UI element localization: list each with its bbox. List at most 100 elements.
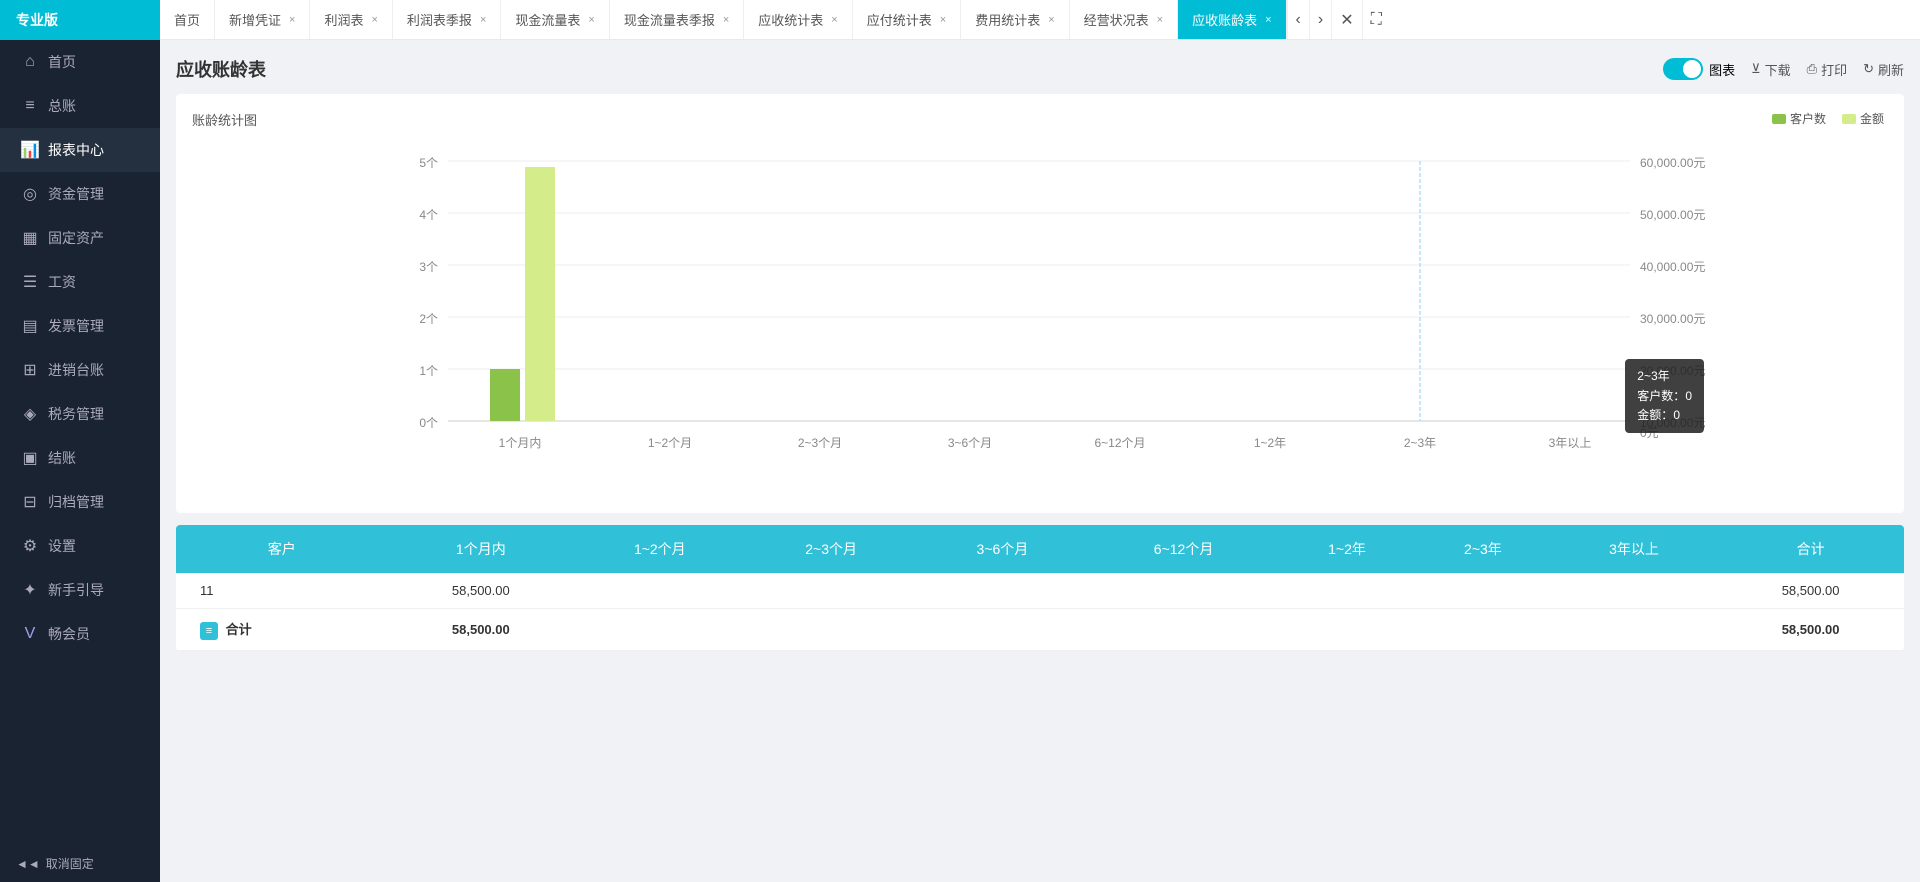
svg-text:3~6个月: 3~6个月: [948, 436, 992, 450]
tab-cashflow[interactable]: 现金流量表 ×: [501, 0, 609, 40]
tab-cashflow-q-close[interactable]: ×: [723, 14, 729, 26]
table-row: 11 58,500.00 58,500.00: [176, 573, 1904, 609]
salary-icon: ☰: [20, 272, 40, 292]
tab-prev-btn[interactable]: ‹: [1287, 0, 1309, 40]
tab-expense-label: 费用统计表: [975, 10, 1040, 29]
tab-voucher-label: 新增凭证: [229, 10, 281, 29]
total-m36: [917, 609, 1088, 651]
home-icon: ⌂: [20, 53, 40, 71]
tab-voucher[interactable]: 新增凭证 ×: [215, 0, 310, 40]
tab-home-label: 首页: [174, 10, 200, 29]
sidebar-item-assets[interactable]: ▦ 固定资产: [0, 216, 160, 260]
total-m1: 58,500.00: [387, 609, 574, 651]
svg-text:40,000.00元: 40,000.00元: [1640, 260, 1705, 274]
tab-ar-aging-close[interactable]: ×: [1265, 14, 1271, 26]
refresh-btn[interactable]: ↻ 刷新: [1863, 60, 1904, 79]
pin-label: 取消固定: [46, 855, 94, 872]
sidebar-item-funds[interactable]: ◎ 资金管理: [0, 172, 160, 216]
toggle-thumb: [1683, 60, 1701, 78]
tab-ar-stat[interactable]: 应收统计表 ×: [744, 0, 852, 40]
tab-cashflow-close[interactable]: ×: [588, 14, 594, 26]
main-area: 首页 新增凭证 × 利润表 × 利润表季报 × 现金流量表 × 现金流量表季报 …: [160, 0, 1920, 882]
sidebar-item-member[interactable]: V 畅会员: [0, 612, 160, 656]
th-y23: 2~3年: [1415, 525, 1551, 573]
sidebar-item-label: 发票管理: [48, 316, 104, 336]
tab-ar-stat-close[interactable]: ×: [831, 14, 837, 26]
th-y3plus: 3年以上: [1551, 525, 1717, 573]
sidebar-item-settle[interactable]: ▣ 结账: [0, 436, 160, 480]
svg-text:30,000.00元: 30,000.00元: [1640, 312, 1705, 326]
tab-profit-q[interactable]: 利润表季报 ×: [393, 0, 501, 40]
stock-icon: ⊞: [20, 360, 40, 380]
cell-y12: [1279, 573, 1415, 609]
settle-icon: ▣: [20, 448, 40, 468]
sidebar-item-tax[interactable]: ◈ 税务管理: [0, 392, 160, 436]
legend-amount-color: [1842, 114, 1856, 124]
sidebar-item-invoice[interactable]: ▤ 发票管理: [0, 304, 160, 348]
table-header-row: 客户 1个月内 1~2个月 2~3个月 3~6个月 6~12个月 1~2年 2~…: [176, 525, 1904, 573]
chart-toggle[interactable]: 图表: [1663, 58, 1735, 80]
tab-ap-stat-close[interactable]: ×: [940, 14, 946, 26]
cell-m12: [574, 573, 745, 609]
svg-text:0个: 0个: [419, 416, 438, 430]
total-label: ≡ 合计: [176, 609, 387, 651]
tab-voucher-close[interactable]: ×: [289, 14, 295, 26]
sidebar-item-salary[interactable]: ☰ 工资: [0, 260, 160, 304]
tab-business[interactable]: 经营状况表 ×: [1070, 0, 1178, 40]
sidebar-item-guide[interactable]: ✦ 新手引导: [0, 568, 160, 612]
sidebar-item-home[interactable]: ⌂ 首页: [0, 40, 160, 84]
svg-text:20,000.00元: 20,000.00元: [1640, 364, 1705, 378]
tab-profit-close[interactable]: ×: [371, 14, 377, 26]
cell-y23: [1415, 573, 1551, 609]
invoice-icon: ▤: [20, 316, 40, 336]
print-icon: ⎙: [1807, 61, 1817, 77]
cell-m36: [917, 573, 1088, 609]
sidebar-item-ledger[interactable]: ≡ 总账: [0, 84, 160, 128]
tab-home[interactable]: 首页: [160, 0, 215, 40]
legend-amount: 金额: [1842, 110, 1884, 127]
tab-business-label: 经营状况表: [1084, 10, 1149, 29]
funds-icon: ◎: [20, 184, 40, 204]
tab-expense-close[interactable]: ×: [1048, 14, 1054, 26]
bar-amount-0: [525, 167, 555, 421]
sidebar-item-stock[interactable]: ⊞ 进销台账: [0, 348, 160, 392]
tab-close-all-btn[interactable]: ✕: [1331, 0, 1361, 40]
tab-profit[interactable]: 利润表 ×: [310, 0, 392, 40]
th-m1: 1个月内: [387, 525, 574, 573]
th-m23: 2~3个月: [745, 525, 916, 573]
tab-cashflow-q[interactable]: 现金流量表季报 ×: [610, 0, 744, 40]
th-customer: 客户: [176, 525, 387, 573]
legend-customer-color: [1772, 114, 1786, 124]
chart-svg-wrapper: 5个 4个 3个 2个 1个 0个 60,000.00元 50,000.00元 …: [192, 137, 1888, 497]
tab-ar-aging[interactable]: 应收账龄表 ×: [1178, 0, 1286, 40]
svg-text:60,000.00元: 60,000.00元: [1640, 156, 1705, 170]
svg-text:2~3个月: 2~3个月: [798, 436, 842, 450]
sidebar-item-label: 报表中心: [48, 140, 104, 160]
sidebar-item-label: 资金管理: [48, 184, 104, 204]
th-total: 合计: [1717, 525, 1904, 573]
sidebar-item-archive[interactable]: ⊟ 归档管理: [0, 480, 160, 524]
sidebar-item-reports[interactable]: 📊 报表中心: [0, 128, 160, 172]
total-y12: [1279, 609, 1415, 651]
download-btn[interactable]: ⊻ 下载: [1751, 60, 1791, 79]
sidebar-item-settings[interactable]: ⚙ 设置: [0, 524, 160, 568]
tab-ap-stat[interactable]: 应付统计表 ×: [853, 0, 961, 40]
tab-next-btn[interactable]: ›: [1309, 0, 1331, 40]
tab-expand-btn[interactable]: ⛶: [1362, 0, 1390, 40]
print-btn[interactable]: ⎙ 打印: [1807, 60, 1847, 79]
tab-ap-stat-label: 应付统计表: [867, 10, 932, 29]
svg-text:3年以上: 3年以上: [1549, 436, 1592, 450]
toggle-track[interactable]: [1663, 58, 1703, 80]
svg-text:0元: 0元: [1640, 426, 1659, 440]
archive-icon: ⊟: [20, 492, 40, 512]
sidebar-pin-toggle[interactable]: ◄◄ 取消固定: [0, 845, 160, 882]
chart-svg: 5个 4个 3个 2个 1个 0个 60,000.00元 50,000.00元 …: [192, 137, 1888, 497]
tab-expense[interactable]: 费用统计表 ×: [961, 0, 1069, 40]
th-m612: 6~12个月: [1088, 525, 1279, 573]
cell-m612: [1088, 573, 1279, 609]
print-label: 打印: [1821, 60, 1847, 79]
tab-business-close[interactable]: ×: [1157, 14, 1163, 26]
sidebar-item-label: 首页: [48, 52, 76, 72]
legend-customer: 客户数: [1772, 110, 1826, 127]
tab-profit-q-close[interactable]: ×: [480, 14, 486, 26]
